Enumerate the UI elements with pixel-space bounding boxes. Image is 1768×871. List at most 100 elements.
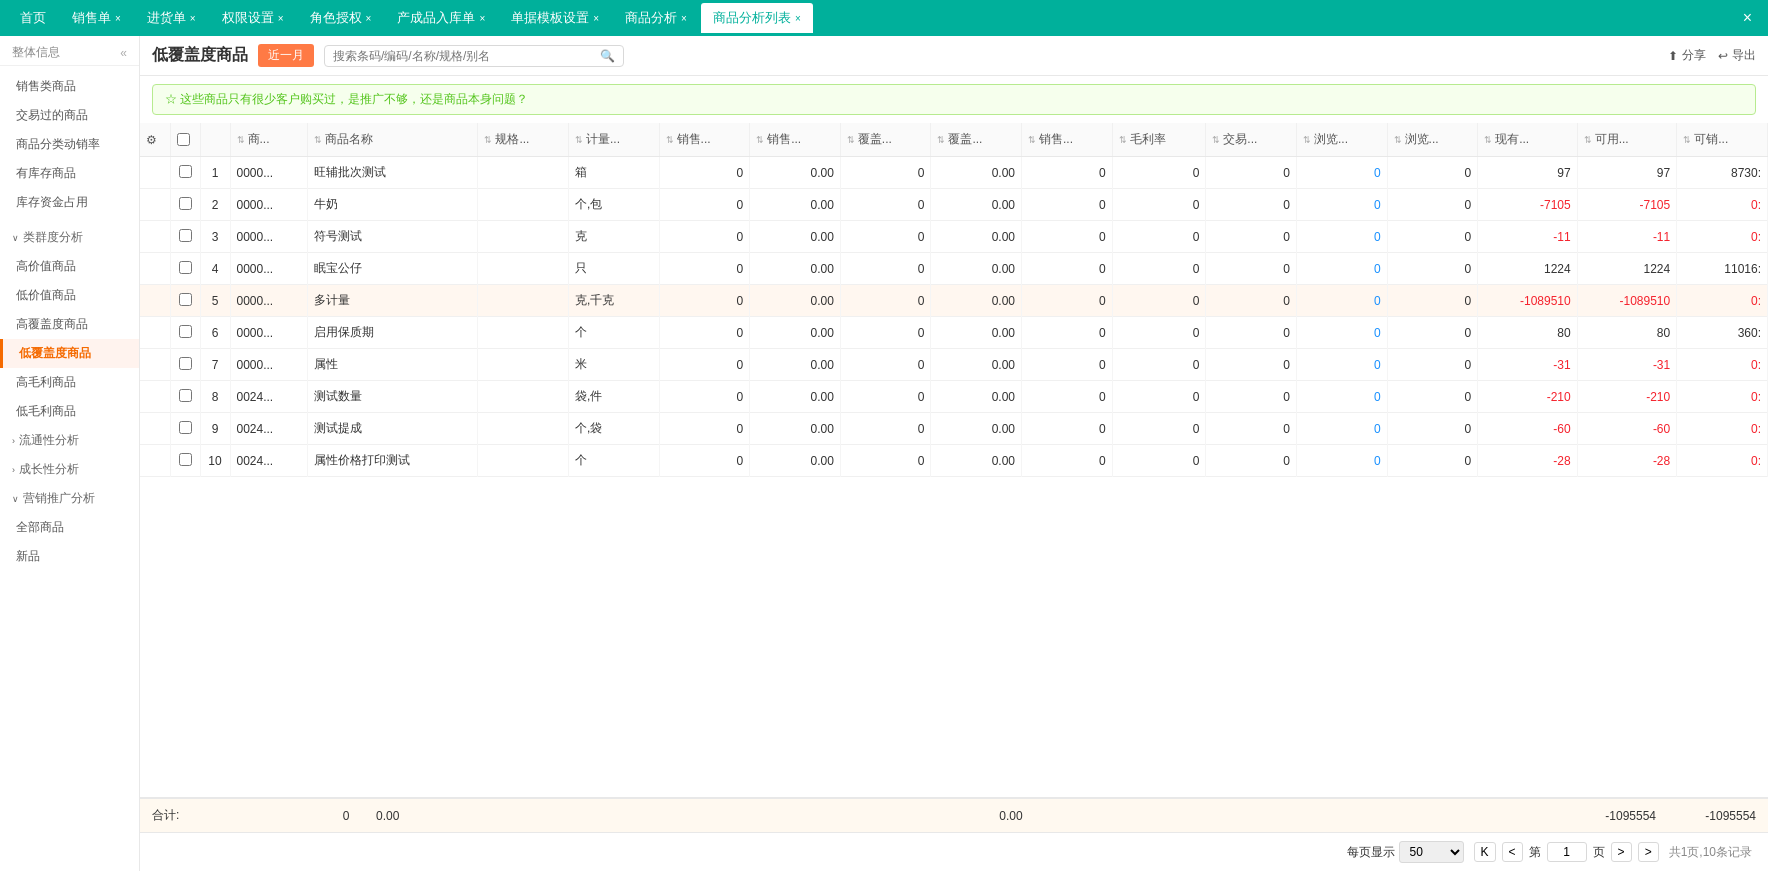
page-size-select[interactable]: 50 10 20 100 xyxy=(1399,841,1464,863)
nav-home[interactable]: 首页 xyxy=(8,3,58,33)
row-trade: 0 xyxy=(1206,221,1297,253)
nav-product-analysis-list[interactable]: 商品分析列表 × xyxy=(701,3,813,33)
row-checkbox[interactable] xyxy=(170,413,200,445)
th-sales-x[interactable]: ⇅销售... xyxy=(1022,123,1113,157)
nav-product-analysis[interactable]: 商品分析 × xyxy=(613,3,699,33)
row-code: 0000... xyxy=(230,285,308,317)
next-page-button[interactable]: > xyxy=(1611,842,1632,862)
sidebar-item-category-rate[interactable]: 商品分类动销率 xyxy=(0,130,139,159)
sidebar-item-high-margin[interactable]: 高毛利商品 xyxy=(0,368,139,397)
sidebar-group-value-analysis[interactable]: ∨ 类群度分析 xyxy=(0,223,139,252)
row-browse1[interactable]: 0 xyxy=(1296,253,1387,285)
nav-close-permissions[interactable]: × xyxy=(278,13,284,24)
search-icon[interactable]: 🔍 xyxy=(600,49,615,63)
nav-close-analysis-list[interactable]: × xyxy=(795,13,801,24)
th-name[interactable]: ⇅商品名称 xyxy=(308,123,478,157)
nav-role-auth[interactable]: 角色授权 × xyxy=(298,3,384,33)
sidebar-item-stock-capital[interactable]: 库存资金占用 xyxy=(0,188,139,217)
sidebar-group-growth[interactable]: › 成长性分析 xyxy=(0,455,139,484)
export-button[interactable]: ↩ 导出 xyxy=(1718,47,1756,64)
row-browse1[interactable]: 0 xyxy=(1296,221,1387,253)
th-current[interactable]: ⇅现有... xyxy=(1478,123,1578,157)
row-browse1[interactable]: 0 xyxy=(1296,413,1387,445)
row-checkbox[interactable] xyxy=(170,221,200,253)
nav-close-analysis[interactable]: × xyxy=(681,13,687,24)
header-actions: ⬆ 分享 ↩ 导出 xyxy=(1668,47,1756,64)
row-trade: 0 xyxy=(1206,445,1297,477)
th-avail[interactable]: ⇅可用... xyxy=(1577,123,1677,157)
period-button[interactable]: 近一月 xyxy=(258,44,314,67)
row-checkbox[interactable] xyxy=(170,317,200,349)
th-trade[interactable]: ⇅交易... xyxy=(1206,123,1297,157)
nav-close-role[interactable]: × xyxy=(366,13,372,24)
sidebar-item-new-goods[interactable]: 新品 xyxy=(0,542,139,571)
row-checkbox[interactable] xyxy=(170,285,200,317)
row-browse1[interactable]: 0 xyxy=(1296,317,1387,349)
page-number-input[interactable] xyxy=(1547,842,1587,862)
th-code[interactable]: ⇅商... xyxy=(230,123,308,157)
th-browse1[interactable]: ⇅浏览... xyxy=(1296,123,1387,157)
row-trade: 0 xyxy=(1206,349,1297,381)
row-gross-rate: 0 xyxy=(1112,445,1206,477)
sidebar-item-stock-goods[interactable]: 有库存商品 xyxy=(0,159,139,188)
row-browse1[interactable]: 0 xyxy=(1296,445,1387,477)
th-spec[interactable]: ⇅规格... xyxy=(478,123,569,157)
row-checkbox[interactable] xyxy=(170,381,200,413)
th-unit[interactable]: ⇅计量... xyxy=(568,123,659,157)
nav-permissions[interactable]: 权限设置 × xyxy=(210,3,296,33)
select-all-checkbox[interactable] xyxy=(177,133,190,146)
sidebar-collapse-icon[interactable]: « xyxy=(120,46,127,60)
row-browse1[interactable]: 0 xyxy=(1296,285,1387,317)
nav-close-template[interactable]: × xyxy=(593,13,599,24)
row-checkbox[interactable] xyxy=(170,157,200,189)
nav-template-settings[interactable]: 单据模板设置 × xyxy=(499,3,611,33)
row-setting xyxy=(140,317,170,349)
sidebar-item-sales-goods[interactable]: 销售类商品 xyxy=(0,72,139,101)
sidebar-item-high-coverage[interactable]: 高覆盖度商品 xyxy=(0,310,139,339)
row-checkbox[interactable] xyxy=(170,445,200,477)
th-sales-amt[interactable]: ⇅销售... xyxy=(750,123,841,157)
last-page-button[interactable]: > xyxy=(1638,842,1659,862)
row-checkbox[interactable] xyxy=(170,189,200,221)
sidebar-item-all-goods[interactable]: 全部商品 xyxy=(0,513,139,542)
row-sales-amt: 0.00 xyxy=(750,221,841,253)
th-checkbox[interactable] xyxy=(170,123,200,157)
th-sellable[interactable]: ⇅可销... xyxy=(1677,123,1768,157)
product-table: ⚙ ⇅商... ⇅商品名称 ⇅规格... xyxy=(140,123,1768,477)
row-browse1[interactable]: 0 xyxy=(1296,157,1387,189)
window-close-button[interactable]: × xyxy=(1735,5,1760,31)
sidebar-group-circulation[interactable]: › 流通性分析 xyxy=(0,426,139,455)
row-sales-amt: 0.00 xyxy=(750,253,841,285)
page-size-label: 每页显示 xyxy=(1347,844,1395,861)
sidebar-item-low-coverage[interactable]: 低覆盖度商品 xyxy=(0,339,139,368)
th-gross-rate[interactable]: ⇅毛利率 xyxy=(1112,123,1206,157)
th-sales-qty[interactable]: ⇅销售... xyxy=(659,123,750,157)
th-cover2[interactable]: ⇅覆盖... xyxy=(931,123,1022,157)
sidebar-item-traded-goods[interactable]: 交易过的商品 xyxy=(0,101,139,130)
row-cover2: 0.00 xyxy=(931,285,1022,317)
sidebar-item-low-value[interactable]: 低价值商品 xyxy=(0,281,139,310)
th-cover1[interactable]: ⇅覆盖... xyxy=(840,123,931,157)
row-browse1[interactable]: 0 xyxy=(1296,189,1387,221)
nav-sales-order[interactable]: 销售单 × xyxy=(60,3,133,33)
nav-purchase[interactable]: 进货单 × xyxy=(135,3,208,33)
nav-close-sales[interactable]: × xyxy=(115,13,121,24)
row-checkbox[interactable] xyxy=(170,253,200,285)
search-input[interactable] xyxy=(333,49,594,63)
nav-product-inbound[interactable]: 产成品入库单 × xyxy=(385,3,497,33)
prev-page-button[interactable]: < xyxy=(1502,842,1523,862)
nav-close-inbound[interactable]: × xyxy=(479,13,485,24)
sidebar-item-low-margin[interactable]: 低毛利商品 xyxy=(0,397,139,426)
row-browse1[interactable]: 0 xyxy=(1296,381,1387,413)
sidebar-group-marketing[interactable]: ∨ 营销推广分析 xyxy=(0,484,139,513)
nav-close-purchase[interactable]: × xyxy=(190,13,196,24)
row-checkbox[interactable] xyxy=(170,349,200,381)
sidebar-item-high-value[interactable]: 高价值商品 xyxy=(0,252,139,281)
row-browse1[interactable]: 0 xyxy=(1296,349,1387,381)
row-current: -210 xyxy=(1478,381,1578,413)
share-button[interactable]: ⬆ 分享 xyxy=(1668,47,1706,64)
first-page-button[interactable]: K xyxy=(1474,842,1496,862)
th-browse2[interactable]: ⇅浏览... xyxy=(1387,123,1478,157)
sidebar-header: 整体信息 « xyxy=(0,36,139,66)
th-setting[interactable]: ⚙ xyxy=(140,123,170,157)
